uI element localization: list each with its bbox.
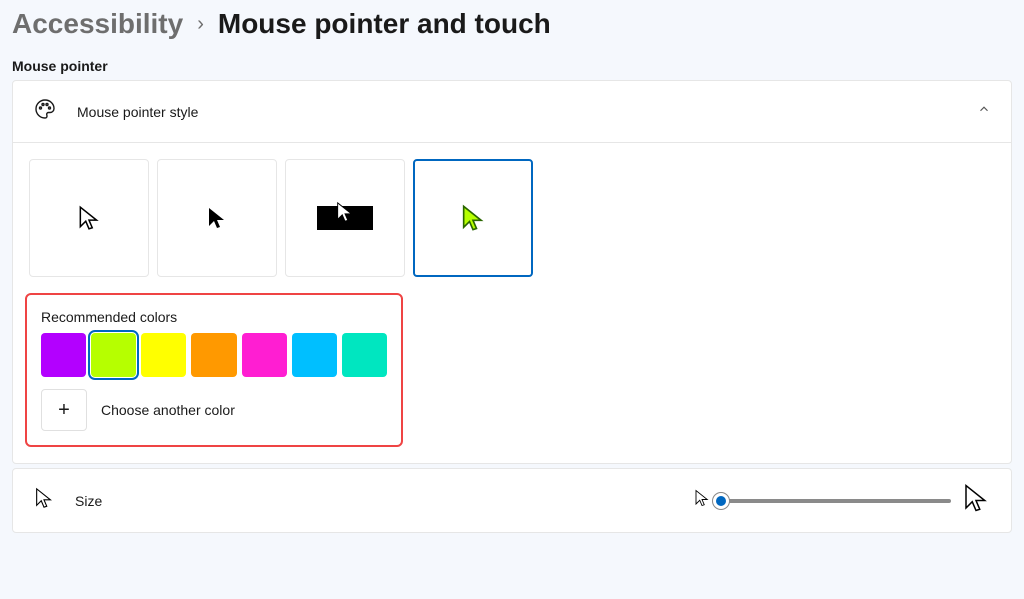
color-swatch-magenta[interactable] [242,333,287,377]
pointer-size-panel: Size [12,468,1012,533]
mouse-pointer-style-panel: Mouse pointer style Recommended colors [12,80,1012,464]
cursor-min-icon [693,489,711,512]
color-swatch-lime[interactable] [91,333,136,377]
color-swatch-teal[interactable] [342,333,387,377]
breadcrumb-parent[interactable]: Accessibility [12,8,183,40]
pointer-style-white[interactable] [29,159,149,277]
cursor-small-icon [33,487,55,514]
color-swatch-purple[interactable] [41,333,86,377]
color-swatch-yellow[interactable] [141,333,186,377]
color-swatch-row [41,333,387,377]
chevron-up-icon [977,102,991,121]
pointer-style-inverted[interactable] [285,159,405,277]
slider-thumb[interactable] [712,492,730,510]
chevron-right-icon: › [197,13,204,36]
cursor-max-icon [961,483,991,518]
pointer-style-black[interactable] [157,159,277,277]
mouse-pointer-style-title: Mouse pointer style [77,104,957,120]
breadcrumb-current: Mouse pointer and touch [218,8,551,40]
color-swatch-cyan[interactable] [292,333,337,377]
pointer-size-slider-group [693,483,991,518]
choose-another-color-row[interactable]: + Choose another color [41,389,387,431]
pointer-size-title: Size [75,493,102,509]
breadcrumb: Accessibility › Mouse pointer and touch [12,8,1012,40]
mouse-pointer-style-header[interactable]: Mouse pointer style [13,81,1011,142]
choose-another-color-label: Choose another color [101,402,235,418]
pointer-style-options [13,143,1011,293]
pointer-size-slider[interactable] [721,499,951,503]
palette-icon [33,97,57,126]
color-swatch-orange[interactable] [191,333,236,377]
recommended-colors-panel: Recommended colors + Choose another colo… [25,293,403,447]
plus-icon[interactable]: + [41,389,87,431]
pointer-style-custom-color[interactable] [413,159,533,277]
section-label-mouse-pointer: Mouse pointer [12,58,1012,74]
recommended-colors-heading: Recommended colors [41,309,387,325]
